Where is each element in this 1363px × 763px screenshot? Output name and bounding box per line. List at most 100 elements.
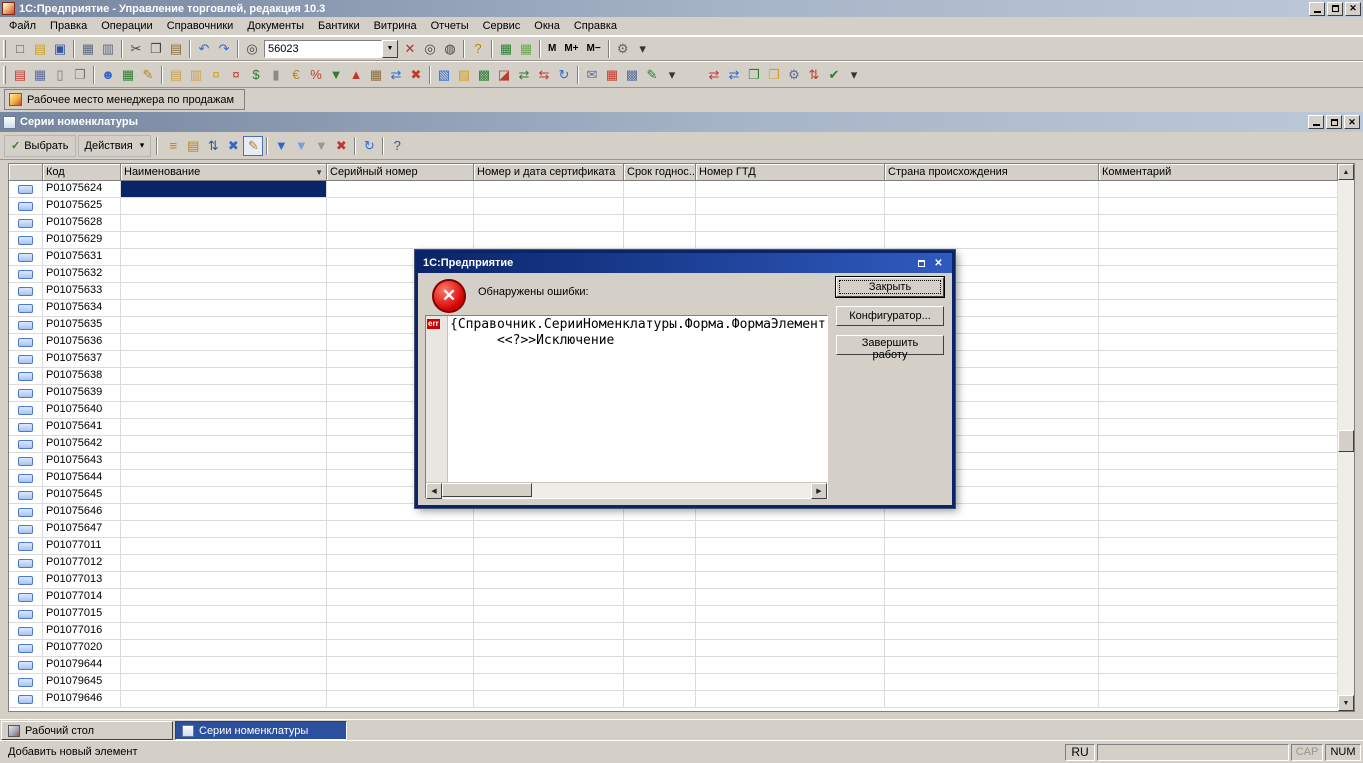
table-cell[interactable] [474,674,624,691]
table-cell[interactable] [121,198,327,215]
paste-icon[interactable]: ▤ [166,39,186,59]
extra-more-icon[interactable]: ▾ [844,65,864,85]
code-cell[interactable]: P01075637 [43,351,121,368]
table-cell[interactable] [474,232,624,249]
table-cell[interactable] [1099,453,1338,470]
table-cell[interactable] [624,181,696,198]
table-cell[interactable] [121,436,327,453]
table-cell[interactable] [696,521,885,538]
code-cell[interactable]: P01075636 [43,334,121,351]
calc-memory-minus-icon[interactable]: М− [583,39,605,59]
table-cell[interactable] [885,521,1099,538]
mail-icon[interactable]: ✉ [582,65,602,85]
filter-history-icon[interactable]: ▼ [311,136,331,156]
table-cell[interactable] [885,572,1099,589]
code-cell[interactable]: P01077015 [43,606,121,623]
column-header[interactable]: Номер ГТД [696,164,885,181]
table-cell[interactable] [121,623,327,640]
table-cell[interactable] [885,657,1099,674]
table-cell[interactable] [696,555,885,572]
dialog-title-bar[interactable]: 1С:Предприятие [418,253,952,273]
table-cell[interactable] [624,674,696,691]
table-cell[interactable] [327,589,474,606]
language-indicator[interactable]: RU [1065,743,1095,761]
table-cell[interactable] [1099,181,1338,198]
table-cell[interactable] [474,623,624,640]
code-cell[interactable]: P01075644 [43,470,121,487]
table-cell[interactable] [624,691,696,708]
code-cell[interactable]: P01075641 [43,419,121,436]
table-cell[interactable] [327,521,474,538]
menu-reports[interactable]: Отчеты [424,18,476,34]
table-cell[interactable] [696,181,885,198]
table-cell[interactable] [121,368,327,385]
table-cell[interactable] [121,351,327,368]
code-cell[interactable]: P01077011 [43,538,121,555]
table-cell[interactable] [121,555,327,572]
table-cell[interactable] [624,572,696,589]
calculator-icon[interactable]: ▩ [622,65,642,85]
table-cell[interactable] [1099,419,1338,436]
table-cell[interactable] [1099,198,1338,215]
shutdown-button[interactable]: Завершить работу [836,335,944,361]
settings-icon[interactable]: ⚙ [784,65,804,85]
code-cell[interactable]: P01075643 [43,453,121,470]
table-cell[interactable] [121,657,327,674]
table-cell[interactable] [1099,402,1338,419]
undo-icon[interactable]: ↶ [194,39,214,59]
table-cell[interactable] [121,266,327,283]
table-cell[interactable] [624,606,696,623]
error-details-box[interactable]: err {Справочник.СерииНоменклатуры.Форма.… [425,315,828,499]
table-row[interactable]: P01079645 [9,674,1338,691]
writeoff-icon[interactable]: ✖ [406,65,426,85]
docflow-gold-icon[interactable]: ❐ [764,65,784,85]
document-copy-icon[interactable]: ❐ [70,65,90,85]
table-cell[interactable] [474,640,624,657]
column-header[interactable]: Наименование ▼ [121,164,327,181]
table-cell[interactable] [885,674,1099,691]
table-cell[interactable] [624,198,696,215]
invoice-icon[interactable]: ▥ [186,65,206,85]
code-cell[interactable]: P01077012 [43,555,121,572]
clear-find-icon[interactable]: ✕ [400,39,420,59]
tree-icon[interactable]: ▤ [183,136,203,156]
table-cell[interactable] [885,606,1099,623]
table-cell[interactable] [624,215,696,232]
vertical-scrollbar[interactable] [1338,164,1354,711]
table-cell[interactable] [327,606,474,623]
edit-icon[interactable]: ✎ [138,65,158,85]
table-cell[interactable] [624,555,696,572]
menu-vitrina[interactable]: Витрина [367,18,424,34]
table-cell[interactable] [1099,504,1338,521]
menu-documents[interactable]: Документы [240,18,311,34]
table-cell[interactable] [474,555,624,572]
table-cell[interactable] [474,181,624,198]
code-cell[interactable]: P01075624 [43,181,121,198]
table-row[interactable]: P01077016 [9,623,1338,640]
code-cell[interactable]: P01075633 [43,283,121,300]
code-cell[interactable]: P01075625 [43,198,121,215]
table-cell[interactable] [696,589,885,606]
minimize-icon[interactable] [1309,1,1325,16]
menu-service[interactable]: Сервис [476,18,528,34]
chart-icon[interactable]: ◪ [494,65,514,85]
open-icon[interactable]: ▤ [30,39,50,59]
table-cell[interactable] [121,232,327,249]
table-cell[interactable] [1099,657,1338,674]
scroll-up-icon[interactable] [1338,164,1354,180]
calc-memory-plus-icon[interactable]: М+ [560,39,582,59]
table-cell[interactable] [474,572,624,589]
table-cell[interactable] [327,657,474,674]
sales-icon[interactable]: ▼ [326,65,346,85]
table-cell[interactable] [696,198,885,215]
code-cell[interactable]: P01079644 [43,657,121,674]
table-cell[interactable] [327,572,474,589]
table-cell[interactable] [1099,266,1338,283]
table-cell[interactable] [1099,521,1338,538]
table-cell[interactable] [474,521,624,538]
column-header[interactable]: Код [43,164,121,181]
table-cell[interactable] [327,538,474,555]
table-cell[interactable] [121,402,327,419]
error-text[interactable]: {Справочник.СерииНоменклатуры.Форма.Форм… [448,316,827,482]
table-cell[interactable] [696,606,885,623]
